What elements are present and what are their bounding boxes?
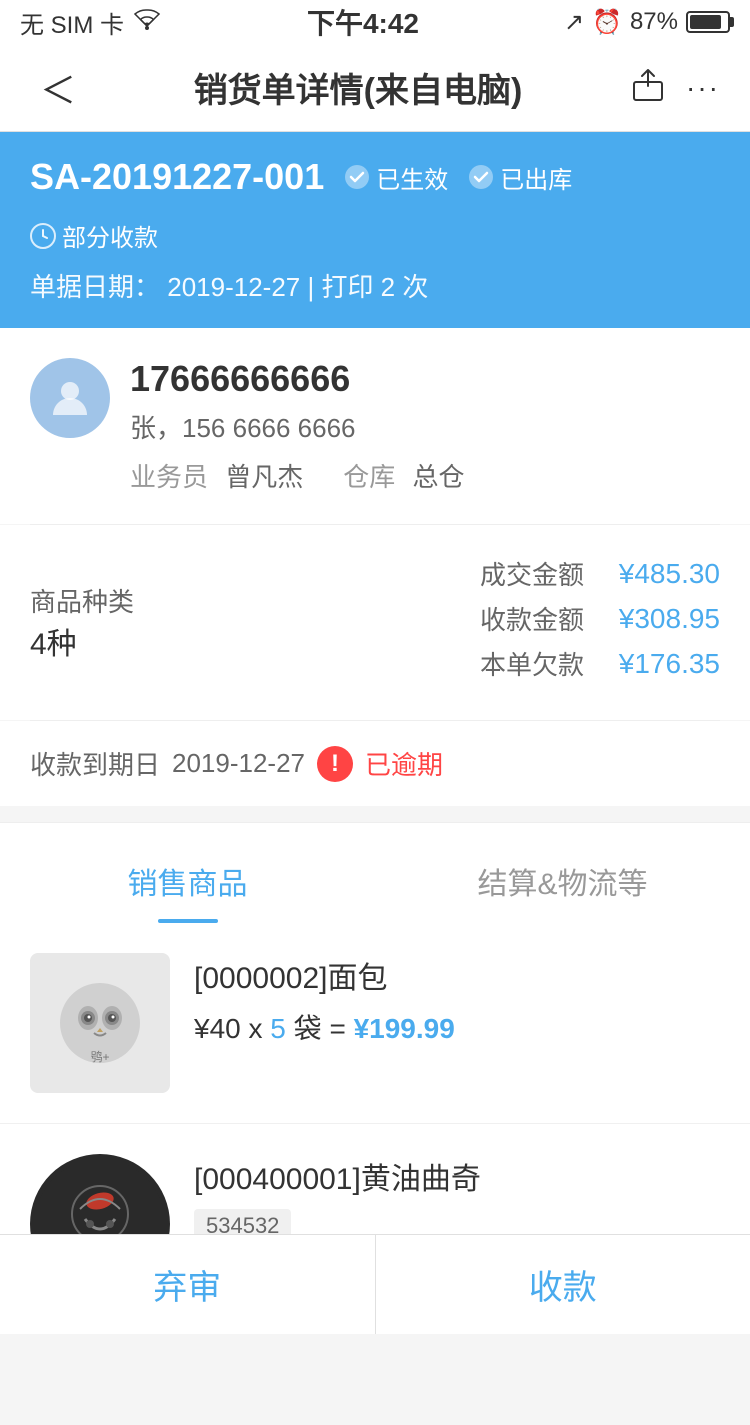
status-shipped: 已出库 bbox=[468, 160, 572, 195]
received-label: 收款金额 bbox=[480, 600, 584, 637]
due-date-label: 收款到期日 bbox=[30, 745, 160, 782]
tab-settlement[interactable]: 结算&物流等 bbox=[375, 839, 750, 923]
salesman-info: 业务员 曾凡杰 bbox=[130, 457, 303, 494]
section-divider bbox=[0, 806, 750, 822]
person-icon bbox=[45, 373, 95, 423]
cancel-button[interactable]: 弃审 bbox=[0, 1235, 375, 1334]
order-meta: 单据日期： 2019-12-27 | 打印 2 次 bbox=[30, 267, 720, 304]
share-button[interactable] bbox=[630, 66, 666, 110]
owl-icon: 鸮+ bbox=[50, 973, 150, 1073]
wifi-icon bbox=[132, 8, 162, 37]
due-date-section: 收款到期日 2019-12-27 ! 已逾期 bbox=[0, 721, 750, 806]
nav-bar: ＜ 销货单详情(来自电脑) ··· bbox=[0, 44, 750, 132]
order-id-row: SA-20191227-001 已生效 已出库 部分收款 bbox=[30, 156, 720, 253]
received-value: ¥308.95 bbox=[600, 603, 720, 635]
carrier-label: 无 SIM 卡 bbox=[20, 5, 124, 40]
back-button[interactable]: ＜ bbox=[30, 52, 86, 124]
product-name-1: [0000002]面包 bbox=[194, 953, 720, 997]
battery-fill bbox=[690, 15, 721, 29]
tabs-container: 销售商品 结算&物流等 bbox=[0, 822, 750, 923]
order-date: 2019-12-27 bbox=[167, 272, 300, 302]
product-name-2: [000400001]黄油曲奇 bbox=[194, 1154, 720, 1198]
price-base-1: ¥40 bbox=[194, 1013, 241, 1044]
overdue-icon: ! bbox=[317, 746, 353, 782]
warehouse-label: 仓库 bbox=[343, 462, 395, 492]
customer-card: 17666666666 张，156 6666 6666 业务员 曾凡杰 仓库 总… bbox=[0, 328, 750, 524]
unit-1: 袋 bbox=[294, 1013, 322, 1044]
customer-avatar bbox=[30, 358, 110, 438]
received-row: 收款金额 ¥308.95 bbox=[480, 600, 720, 637]
transaction-row: 成交金额 ¥485.30 bbox=[480, 555, 720, 592]
table-row: 鸮+ [0000002]面包 ¥40 x 5 袋 = ¥199.99 bbox=[0, 923, 750, 1124]
location-icon: ↗ bbox=[564, 8, 584, 37]
transaction-value: ¥485.30 bbox=[600, 558, 720, 590]
alarm-icon: ⏰ bbox=[592, 8, 622, 37]
customer-account: 17666666666 bbox=[130, 358, 720, 400]
financial-stats: 成交金额 ¥485.30 收款金额 ¥308.95 本单欠款 ¥176.35 bbox=[480, 555, 720, 690]
status-left: 无 SIM 卡 bbox=[20, 5, 162, 40]
date-label: 单据日期： bbox=[30, 272, 160, 302]
order-banner: SA-20191227-001 已生效 已出库 部分收款 单据日期： 2019-… bbox=[0, 132, 750, 328]
tab-products[interactable]: 销售商品 bbox=[0, 839, 375, 923]
product-image-1: 鸮+ bbox=[30, 953, 170, 1093]
status-partial-payment: 部分收款 bbox=[30, 218, 158, 253]
debt-label: 本单欠款 bbox=[480, 645, 584, 682]
total-1: ¥199.99 bbox=[354, 1013, 455, 1044]
print-info: | 打印 2 次 bbox=[307, 272, 428, 302]
product-details-1: [0000002]面包 ¥40 x 5 袋 = ¥199.99 bbox=[194, 953, 720, 1047]
debt-value: ¥176.35 bbox=[600, 648, 720, 680]
salesman-value: 曾凡杰 bbox=[225, 462, 303, 492]
product-types-value: 4种 bbox=[30, 619, 134, 663]
bottom-spacer bbox=[0, 1325, 750, 1425]
status-activated: 已生效 bbox=[344, 160, 448, 195]
due-date-value: 2019-12-27 bbox=[172, 748, 305, 779]
transaction-label: 成交金额 bbox=[480, 555, 584, 592]
quantity-1: 5 bbox=[270, 1013, 286, 1044]
product-types-label: 商品种类 bbox=[30, 582, 134, 619]
svg-text:鸮+: 鸮+ bbox=[90, 1049, 109, 1064]
salesman-label: 业务员 bbox=[130, 462, 208, 492]
product-types: 商品种类 4种 bbox=[30, 582, 134, 663]
order-id: SA-20191227-001 bbox=[30, 156, 324, 198]
customer-info: 17666666666 张，156 6666 6666 业务员 曾凡杰 仓库 总… bbox=[130, 358, 720, 494]
battery-icon bbox=[686, 11, 730, 33]
status-right: ↗ ⏰ 87% bbox=[564, 8, 730, 37]
status-time: 下午4:42 bbox=[307, 2, 419, 42]
nav-actions: ··· bbox=[630, 66, 720, 110]
warehouse-value: 总仓 bbox=[413, 462, 465, 492]
confirm-button[interactable]: 收款 bbox=[375, 1235, 750, 1334]
product-price-1: ¥40 x 5 袋 = ¥199.99 bbox=[194, 1007, 720, 1047]
warehouse-info: 仓库 总仓 bbox=[343, 457, 464, 494]
more-button[interactable]: ··· bbox=[686, 72, 720, 104]
status-bar: 无 SIM 卡 下午4:42 ↗ ⏰ 87% bbox=[0, 0, 750, 44]
overdue-text: 已逾期 bbox=[365, 745, 443, 782]
debt-row: 本单欠款 ¥176.35 bbox=[480, 645, 720, 682]
bottom-bar: 弃审 收款 bbox=[0, 1234, 750, 1334]
multiply-sign-1: x bbox=[249, 1013, 271, 1044]
stats-section: 商品种类 4种 成交金额 ¥485.30 收款金额 ¥308.95 本单欠款 ¥… bbox=[0, 525, 750, 720]
battery-percent: 87% bbox=[630, 8, 678, 36]
customer-detail: 业务员 曾凡杰 仓库 总仓 bbox=[130, 457, 720, 494]
page-title: 销货单详情(来自电脑) bbox=[86, 63, 630, 112]
customer-name-phone: 张，156 6666 6666 bbox=[130, 408, 720, 445]
equals-sign-1: = bbox=[329, 1013, 353, 1044]
tabs: 销售商品 结算&物流等 bbox=[0, 839, 750, 923]
